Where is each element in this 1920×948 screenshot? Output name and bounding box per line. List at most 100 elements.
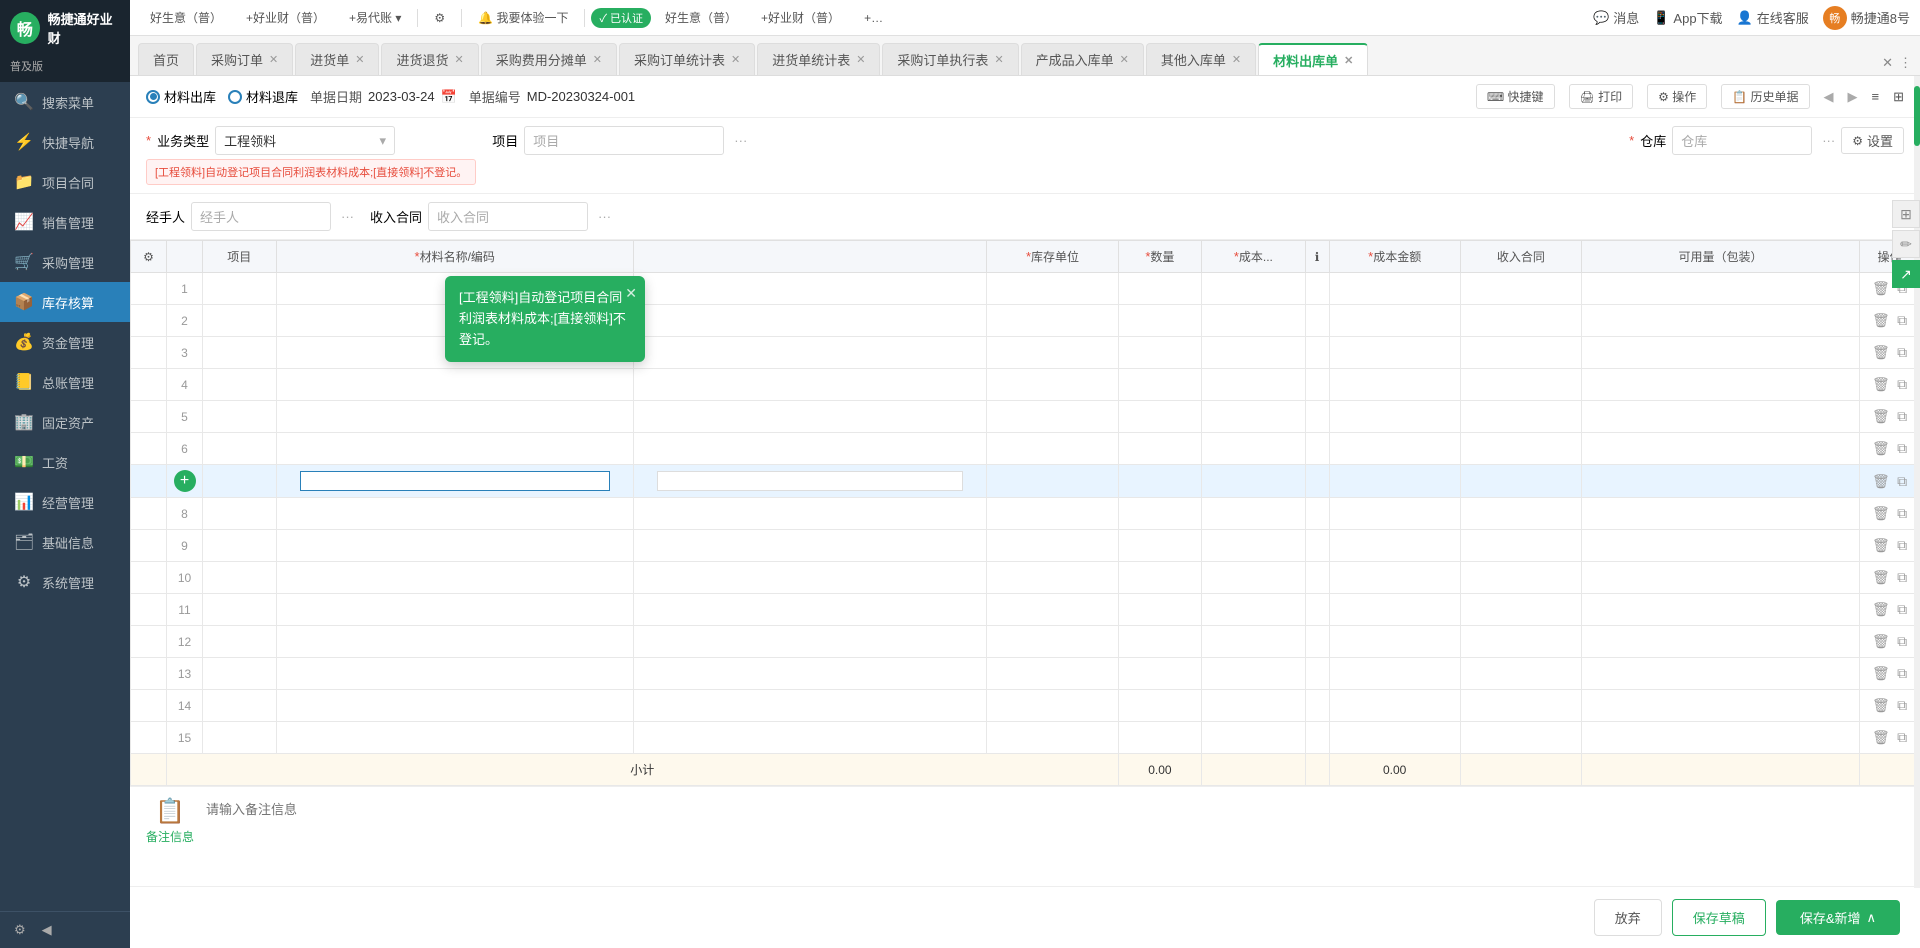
row-unit-cell[interactable] (987, 465, 1118, 498)
row-cost-amount-cell[interactable] (1329, 626, 1460, 658)
tab-close-material-out[interactable]: ✕ (1344, 54, 1353, 67)
delete-row-btn[interactable]: 🗑 (1872, 376, 1890, 392)
row-project-cell[interactable] (203, 658, 277, 690)
row-income-contract-cell[interactable] (1460, 273, 1581, 305)
handler-input[interactable]: 经手人 (191, 202, 331, 231)
row-cost-price-cell[interactable] (1202, 433, 1305, 465)
row-unit-cell[interactable] (987, 401, 1118, 433)
row-qty-cell[interactable] (1118, 594, 1202, 626)
delete-row-btn[interactable]: 🗑 (1872, 505, 1890, 521)
tab-home[interactable]: 首页 (138, 43, 194, 75)
row-income-contract-cell[interactable] (1460, 530, 1581, 562)
row-qty-cell[interactable] (1118, 690, 1202, 722)
copy-row-btn[interactable]: ⧉ (1897, 729, 1907, 745)
row-project-cell[interactable] (203, 337, 277, 369)
row-cost-price-cell[interactable] (1202, 401, 1305, 433)
tooltip-close-btn[interactable]: ✕ (625, 282, 637, 304)
topbar-good-finance-2[interactable]: +好业财（普） (751, 5, 850, 30)
row-material-cell[interactable] (276, 530, 633, 562)
settings-btn[interactable]: ⚙ 设置 (1841, 127, 1904, 154)
row-material-cell[interactable] (276, 594, 633, 626)
delete-row-btn[interactable]: 🗑 (1872, 280, 1890, 296)
view-list-icon[interactable]: ≡ (1872, 89, 1880, 104)
row-unit-cell[interactable] (987, 626, 1118, 658)
row-cost-amount-cell[interactable] (1329, 369, 1460, 401)
tab-close-other-receipt[interactable]: ✕ (1232, 53, 1241, 66)
row-income-contract-cell[interactable] (1460, 690, 1581, 722)
row-project-cell[interactable] (203, 530, 277, 562)
copy-row-btn[interactable]: ⧉ (1897, 473, 1907, 489)
tab-close-purchase-execution[interactable]: ✕ (994, 53, 1003, 66)
row-income-contract-cell[interactable] (1460, 658, 1581, 690)
row-income-contract-cell[interactable] (1460, 369, 1581, 401)
row-qty-cell[interactable] (1118, 305, 1202, 337)
row-project-cell[interactable] (203, 594, 277, 626)
tab-material-out[interactable]: 材料出库单✕ (1258, 43, 1368, 75)
topbar-more[interactable]: +… (854, 7, 893, 29)
copy-row-btn[interactable]: ⧉ (1897, 376, 1907, 392)
row-qty-cell[interactable] (1118, 658, 1202, 690)
right-btn-pencil[interactable]: ✏ (1892, 230, 1920, 258)
tab-goods-return[interactable]: 进货退货✕ (381, 43, 478, 75)
row-cost-amount-cell[interactable] (1329, 465, 1460, 498)
row-project-cell[interactable] (203, 305, 277, 337)
row-material-cell[interactable] (276, 722, 633, 754)
row-qty-cell[interactable] (1118, 337, 1202, 369)
row-project-cell[interactable] (203, 498, 277, 530)
save-new-button[interactable]: 保存&新增 ∧ (1776, 900, 1900, 935)
row-material-cell[interactable] (276, 658, 633, 690)
tab-close-all-icon[interactable]: ✕ (1882, 55, 1893, 71)
tab-close-goods-receipt[interactable]: ✕ (355, 53, 364, 66)
row-cost-price-cell[interactable] (1202, 594, 1305, 626)
delete-row-btn[interactable]: 🗑 (1872, 601, 1890, 617)
row-unit-cell[interactable] (987, 530, 1118, 562)
sidebar-item-operations[interactable]: 📊 经营管理 (0, 482, 130, 522)
row-cost-price-cell[interactable] (1202, 498, 1305, 530)
warehouse-dots-btn[interactable]: ··· (1822, 133, 1835, 148)
row-spec-cell[interactable] (633, 594, 986, 626)
delete-row-btn[interactable]: 🗑 (1872, 408, 1890, 424)
row-unit-cell[interactable] (987, 690, 1118, 722)
row-project-cell[interactable] (203, 722, 277, 754)
tab-other-receipt[interactable]: 其他入库单✕ (1146, 43, 1256, 75)
topbar-good-finance[interactable]: +好业财（普） (236, 5, 335, 30)
row-cost-amount-cell[interactable] (1329, 337, 1460, 369)
row-spec-cell[interactable] (633, 369, 986, 401)
row-qty-cell[interactable] (1118, 626, 1202, 658)
tab-close-purchase-expense[interactable]: ✕ (593, 53, 602, 66)
delete-row-btn[interactable]: 🗑 (1872, 633, 1890, 649)
row-cost-price-cell[interactable] (1202, 305, 1305, 337)
sidebar-item-purchase[interactable]: 🛒 采购管理 (0, 242, 130, 282)
row-spec-cell[interactable] (633, 690, 986, 722)
copy-row-btn[interactable]: ⧉ (1897, 633, 1907, 649)
tab-goods-receipt[interactable]: 进货单✕ (295, 43, 379, 75)
row-material-cell[interactable] (276, 690, 633, 722)
sidebar-item-basic[interactable]: 🗂 基础信息 (0, 522, 130, 562)
operations-btn[interactable]: ⚙ 操作 (1647, 84, 1707, 109)
row-cost-price-cell[interactable] (1202, 369, 1305, 401)
delete-row-btn[interactable]: 🗑 (1872, 473, 1890, 489)
material-input[interactable] (300, 471, 610, 491)
sidebar-item-ledger[interactable]: 📒 总账管理 (0, 362, 130, 402)
delete-row-btn[interactable]: 🗑 (1872, 440, 1890, 456)
message-btn[interactable]: 💬 消息 (1593, 8, 1639, 27)
tab-purchase-execution[interactable]: 采购订单执行表✕ (882, 43, 1018, 75)
row-qty-cell[interactable] (1118, 722, 1202, 754)
row-project-cell[interactable] (203, 401, 277, 433)
row-qty-cell[interactable] (1118, 562, 1202, 594)
row-cost-price-cell[interactable] (1202, 530, 1305, 562)
row-spec-cell[interactable] (633, 433, 986, 465)
copy-row-btn[interactable]: ⧉ (1897, 569, 1907, 585)
sidebar-item-system[interactable]: ⚙ 系统管理 (0, 562, 130, 602)
history-btn[interactable]: 📋 历史单据 (1721, 84, 1809, 109)
right-btn-1[interactable]: ⊞ (1892, 200, 1920, 228)
row-cost-amount-cell[interactable] (1329, 722, 1460, 754)
right-btn-green[interactable]: ↗ (1892, 260, 1920, 288)
delete-row-btn[interactable]: 🗑 (1872, 697, 1890, 713)
sidebar-item-assets[interactable]: 🏢 固定资产 (0, 402, 130, 442)
row-project-cell[interactable] (203, 273, 277, 305)
shortcut-key-btn[interactable]: ⌨ 快捷键 (1476, 84, 1555, 109)
row-unit-cell[interactable] (987, 722, 1118, 754)
row-cost-price-cell[interactable] (1202, 465, 1305, 498)
delete-row-btn[interactable]: 🗑 (1872, 344, 1890, 360)
